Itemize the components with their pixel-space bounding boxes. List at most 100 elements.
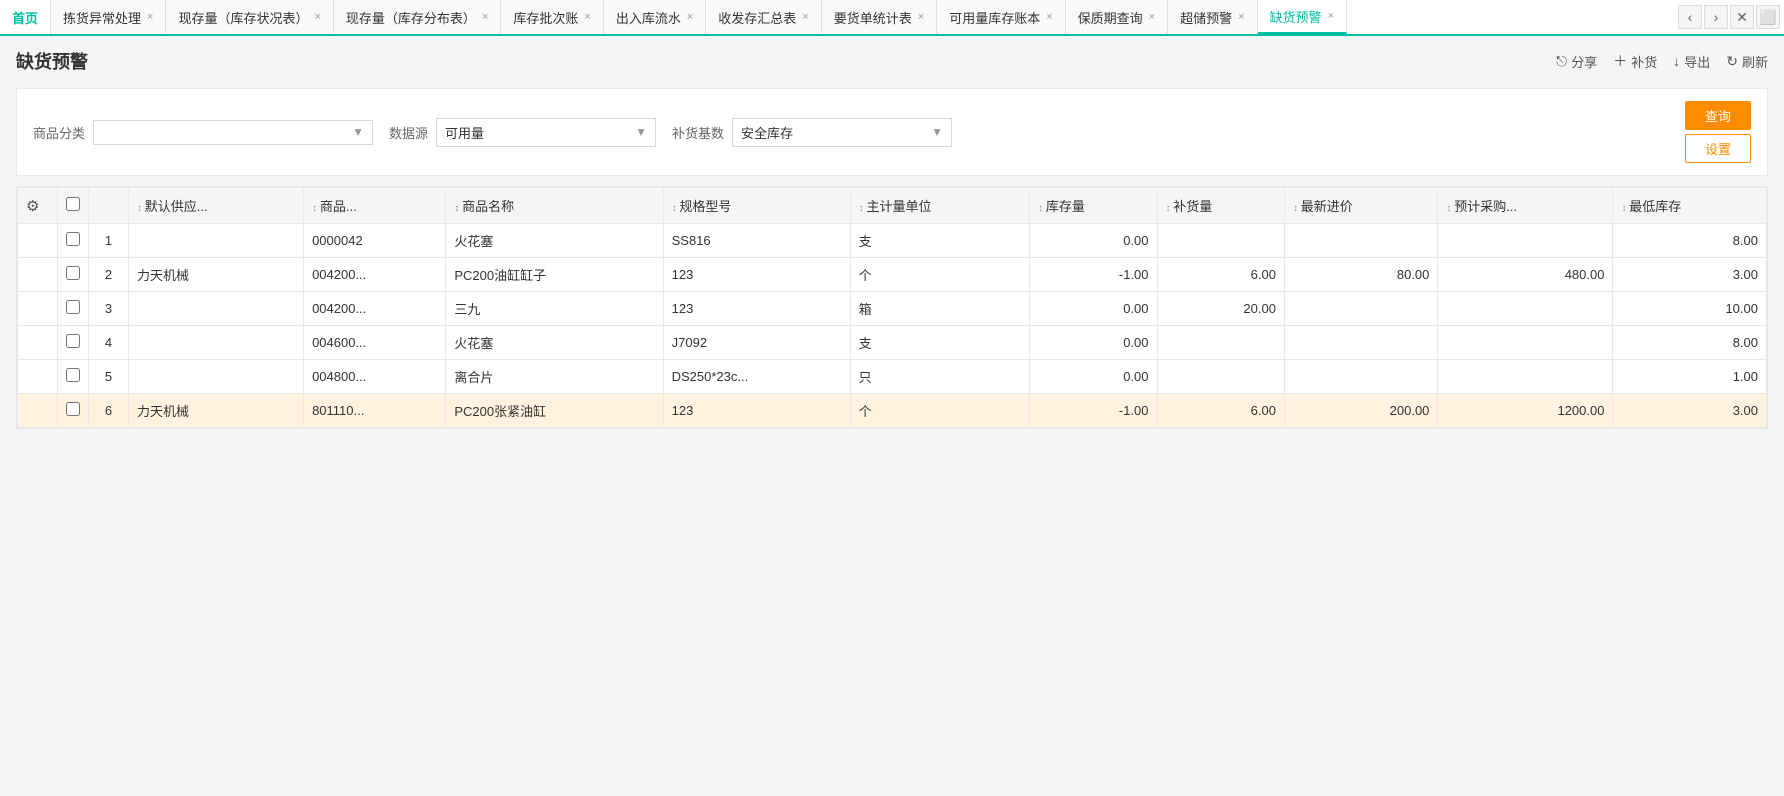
cell-sku-code-2: 004200... <box>304 292 446 326</box>
tab-item-req-stats[interactable]: 要货单统计表× <box>822 0 937 34</box>
tab-close-overstock[interactable]: × <box>1238 11 1244 23</box>
cell-sku-name-2: 三九 <box>446 292 663 326</box>
cell-est-purchase-5: 1200.00 <box>1438 394 1613 428</box>
tab-close-shortage[interactable]: × <box>1328 10 1334 22</box>
tab-item-shortage[interactable]: 缺货预警× <box>1258 0 1347 34</box>
cell-check-4 <box>58 360 89 394</box>
cell-latest-price-0 <box>1284 224 1437 258</box>
cell-spec-2: 123 <box>663 292 850 326</box>
cell-latest-price-2 <box>1284 292 1437 326</box>
datasource-label: 数据源 <box>389 123 428 142</box>
cell-gear-0 <box>18 224 58 258</box>
cell-min-stock-2: 10.00 <box>1613 292 1767 326</box>
tab-label-available-ledger: 可用量库存账本 <box>949 8 1040 27</box>
cell-check-1 <box>58 258 89 292</box>
cell-gear-2 <box>18 292 58 326</box>
table-header-row: ⚙ 默认供应... 商品... 商品名称 规格型号 主计量单位 库存量 补货量 … <box>18 188 1767 224</box>
datasource-arrow: ▼ <box>635 125 647 139</box>
settings-button[interactable]: 设置 <box>1685 134 1751 163</box>
column-header-restock-qty[interactable]: 补货量 <box>1157 188 1284 224</box>
cell-est-purchase-2 <box>1438 292 1613 326</box>
share-button[interactable]: ⎋ 分享 <box>1556 52 1597 71</box>
cell-check-3 <box>58 326 89 360</box>
tab-item-batch-account[interactable]: 库存批次账× <box>501 0 603 34</box>
query-button[interactable]: 查询 <box>1685 101 1751 130</box>
category-arrow: ▼ <box>352 125 364 139</box>
column-header-min-stock[interactable]: 最低库存 <box>1613 188 1767 224</box>
column-header-latest-price[interactable]: 最新进价 <box>1284 188 1437 224</box>
tab-close-inout-flow[interactable]: × <box>687 11 693 23</box>
tab-controls: ‹ › ✕ ⬜ <box>1674 5 1784 29</box>
page-header: 缺货预警 ⎋ 分享 ＋ 补货 ↓ 导出 ↻ 刷新 <box>16 48 1768 74</box>
row-checkbox-0[interactable] <box>66 232 80 246</box>
column-header-stock[interactable]: 库存量 <box>1030 188 1157 224</box>
column-header-supplier[interactable]: 默认供应... <box>129 188 304 224</box>
tab-item-inventory-status[interactable]: 现存量（库存状况表）× <box>166 0 333 34</box>
restock-button[interactable]: ＋ 补货 <box>1613 51 1657 71</box>
tab-close-inventory-status[interactable]: × <box>314 11 320 23</box>
cell-min-stock-0: 8.00 <box>1613 224 1767 258</box>
column-header-unit[interactable]: 主计量单位 <box>850 188 1029 224</box>
cell-seq-4: 5 <box>89 360 129 394</box>
tab-label-recv-summary: 收发存汇总表 <box>718 8 796 27</box>
column-header-sku-code[interactable]: 商品... <box>304 188 446 224</box>
gear-icon[interactable]: ⚙ <box>26 198 39 215</box>
tab-item-available-ledger[interactable]: 可用量库存账本 × <box>937 0 1065 34</box>
restock-basis-select[interactable]: 安全库存 ▼ <box>732 118 952 147</box>
tab-item-recv-summary[interactable]: 收发存汇总表 × <box>706 0 821 34</box>
export-button[interactable]: ↓ 导出 <box>1673 52 1710 71</box>
cell-spec-4: DS250*23c... <box>663 360 850 394</box>
tab-close-expiry-query[interactable]: × <box>1149 11 1155 23</box>
row-checkbox-1[interactable] <box>66 266 80 280</box>
cell-stock-0: 0.00 <box>1030 224 1157 258</box>
cell-latest-price-5: 200.00 <box>1284 394 1437 428</box>
tab-item-inventory-dist[interactable]: 现存量（库存分布表）× <box>334 0 501 34</box>
tab-next-button[interactable]: › <box>1704 5 1728 29</box>
select-all-checkbox[interactable] <box>66 197 80 211</box>
cell-est-purchase-3 <box>1438 326 1613 360</box>
cell-spec-1: 123 <box>663 258 850 292</box>
tab-close-all-button[interactable]: ✕ <box>1730 5 1754 29</box>
cell-unit-1: 个 <box>850 258 1029 292</box>
table-row: 1 0000042 火花塞 SS816 支 0.00 8.00 <box>18 224 1767 258</box>
cell-supplier-1: 力天机械 <box>129 258 304 292</box>
tab-item-expiry-query[interactable]: 保质期查询× <box>1066 0 1168 34</box>
tab-item-abnormal[interactable]: 拣货异常处理× <box>51 0 166 34</box>
tab-item-home[interactable]: 首页 <box>0 0 51 34</box>
cell-min-stock-4: 1.00 <box>1613 360 1767 394</box>
tab-maximize-button[interactable]: ⬜ <box>1756 5 1780 29</box>
tab-close-recv-summary[interactable]: × <box>802 11 808 23</box>
tab-close-inventory-dist[interactable]: × <box>482 11 488 23</box>
row-checkbox-3[interactable] <box>66 334 80 348</box>
restock-label: 补货 <box>1631 52 1657 71</box>
data-table: ⚙ 默认供应... 商品... 商品名称 规格型号 主计量单位 库存量 补货量 … <box>17 187 1767 428</box>
row-checkbox-2[interactable] <box>66 300 80 314</box>
datasource-select[interactable]: 可用量 ▼ <box>436 118 656 147</box>
tab-prev-button[interactable]: ‹ <box>1678 5 1702 29</box>
cell-restock-qty-5: 6.00 <box>1157 394 1284 428</box>
cell-gear-4 <box>18 360 58 394</box>
cell-spec-3: J7092 <box>663 326 850 360</box>
refresh-button[interactable]: ↻ 刷新 <box>1726 52 1768 71</box>
tab-item-inout-flow[interactable]: 出入库流水× <box>604 0 706 34</box>
tab-item-overstock[interactable]: 超储预警× <box>1168 0 1257 34</box>
cell-supplier-4 <box>129 360 304 394</box>
export-label: 导出 <box>1684 52 1710 71</box>
cell-supplier-2 <box>129 292 304 326</box>
page-content: 缺货预警 ⎋ 分享 ＋ 补货 ↓ 导出 ↻ 刷新 商品分类 <box>0 36 1784 441</box>
row-checkbox-5[interactable] <box>66 402 80 416</box>
cell-sku-name-1: PC200油缸缸子 <box>446 258 663 292</box>
tab-close-req-stats[interactable]: × <box>918 11 924 23</box>
cell-stock-2: 0.00 <box>1030 292 1157 326</box>
column-header-spec[interactable]: 规格型号 <box>663 188 850 224</box>
category-select[interactable]: ▼ <box>93 120 373 145</box>
row-checkbox-4[interactable] <box>66 368 80 382</box>
column-header-sku-name[interactable]: 商品名称 <box>446 188 663 224</box>
cell-min-stock-3: 8.00 <box>1613 326 1767 360</box>
category-label: 商品分类 <box>33 123 85 142</box>
column-header-est-purchase[interactable]: 预计采购... <box>1438 188 1613 224</box>
tab-close-available-ledger[interactable]: × <box>1046 11 1052 23</box>
column-header-gear[interactable]: ⚙ <box>18 188 58 224</box>
tab-close-abnormal[interactable]: × <box>147 11 153 23</box>
tab-close-batch-account[interactable]: × <box>584 11 590 23</box>
